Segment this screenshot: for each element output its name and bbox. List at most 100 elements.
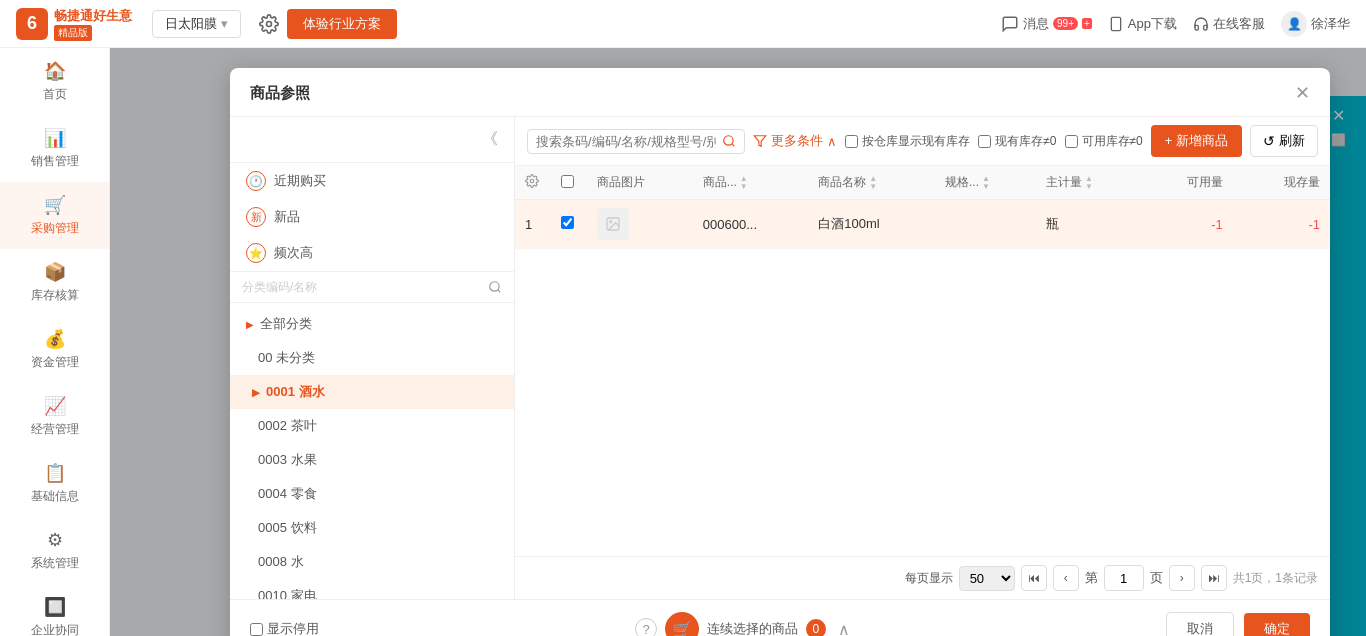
col-checkbox[interactable] — [551, 166, 587, 200]
add-product-btn[interactable]: + 新增商品 — [1151, 125, 1242, 157]
sort-name-icon: ▲▼ — [869, 175, 877, 191]
checkbox-warehouse-stock[interactable]: 按仓库显示现有库存 — [845, 133, 970, 150]
current-stock-checkbox[interactable] — [978, 135, 991, 148]
dialog-close-btn[interactable]: ✕ — [1295, 82, 1310, 104]
col-name[interactable]: 商品名称 ▲▼ — [808, 166, 935, 200]
system-icon: ⚙ — [47, 529, 63, 551]
operations-icon: 📈 — [44, 395, 66, 417]
table-row[interactable]: 1 000600... — [515, 200, 1330, 249]
search-icon — [488, 280, 502, 294]
quick-link-new[interactable]: 新 新品 — [230, 199, 514, 235]
footer-mid: ? 🛒 连续选择的商品 0 ∧ — [635, 612, 850, 636]
experience-btn[interactable]: 体验行业方案 — [287, 9, 397, 39]
cat-item-00[interactable]: 00 未分类 — [230, 341, 514, 375]
category-tree: ▶ 全部分类 00 未分类 ▶ 0001 酒水 — [230, 303, 514, 599]
dialog-header: 商品参照 ✕ — [230, 68, 1330, 117]
sidebar-item-sales[interactable]: 📊 销售管理 — [0, 115, 109, 182]
store-selector[interactable]: 日太阳膜 ▾ — [152, 10, 241, 38]
col-code[interactable]: 商品... ▲▼ — [693, 166, 808, 200]
col-settings[interactable] — [515, 166, 551, 200]
available-stock-checkbox[interactable] — [1065, 135, 1078, 148]
basic-info-icon: 📋 — [44, 462, 66, 484]
refresh-icon: ↺ — [1263, 133, 1275, 149]
show-disabled-label[interactable]: 显示停用 — [250, 620, 319, 636]
sidebar-item-inventory[interactable]: 📦 库存核算 — [0, 249, 109, 316]
svg-point-4 — [724, 136, 733, 145]
svg-marker-5 — [754, 136, 766, 147]
product-search-icon[interactable] — [722, 134, 736, 148]
checkbox-current-stock[interactable]: 现有库存≠0 — [978, 133, 1056, 150]
next-page-btn[interactable]: › — [1169, 565, 1195, 591]
sidebar-item-purchase[interactable]: 🛒 采购管理 — [0, 182, 109, 249]
arrow-active-icon: ▶ — [252, 387, 260, 398]
cat-item-0003[interactable]: 0003 水果 — [230, 443, 514, 477]
prev-page-btn[interactable]: ‹ — [1053, 565, 1079, 591]
cat-search-input[interactable] — [242, 280, 488, 294]
sidebar-item-basic-info[interactable]: 📋 基础信息 — [0, 450, 109, 517]
cat-item-0005[interactable]: 0005 饮料 — [230, 511, 514, 545]
sidebar-item-home[interactable]: 🏠 首页 — [0, 48, 109, 115]
svg-point-8 — [610, 221, 612, 223]
page-input[interactable] — [1104, 565, 1144, 591]
cart-icon[interactable]: 🛒 — [665, 612, 699, 636]
cat-search — [230, 271, 514, 303]
quick-link-recent[interactable]: 🕐 近期购买 — [230, 163, 514, 199]
user-item[interactable]: 👤 徐泽华 — [1281, 11, 1350, 37]
product-search-input[interactable] — [536, 134, 716, 149]
refresh-btn[interactable]: ↺ 刷新 — [1250, 125, 1318, 157]
show-disabled-checkbox[interactable] — [250, 623, 263, 636]
sidebar-item-finance[interactable]: 💰 资金管理 — [0, 316, 109, 383]
last-page-btn[interactable]: ⏭ — [1201, 565, 1227, 591]
product-toolbar: 更多条件 ∧ 按仓库显示现有库存 现有库存≠0 — [515, 117, 1330, 166]
help-icon[interactable]: ? — [635, 618, 657, 636]
cat-item-0010[interactable]: 0010 家电 — [230, 579, 514, 599]
product-image — [597, 208, 629, 240]
checkbox-available-stock[interactable]: 可用库存≠0 — [1065, 133, 1143, 150]
product-search-box — [527, 129, 745, 154]
table-header-row: 商品图片 商品... ▲▼ — [515, 166, 1330, 200]
selected-count-label: 连续选择的商品 0 — [707, 619, 830, 636]
cancel-btn[interactable]: 取消 — [1166, 612, 1234, 636]
select-all-checkbox[interactable] — [561, 175, 574, 188]
row-available: -1 — [1140, 200, 1243, 249]
col-available: 可用量 — [1140, 166, 1243, 200]
row-code: 000600... — [693, 200, 808, 249]
row-spec — [935, 200, 1036, 249]
logo-icon: 6 — [16, 8, 48, 40]
warehouse-stock-checkbox[interactable] — [845, 135, 858, 148]
cat-item-0004[interactable]: 0004 零食 — [230, 477, 514, 511]
more-filter-btn[interactable]: 更多条件 ∧ — [753, 132, 837, 150]
cat-panel-header: 《 — [230, 117, 514, 163]
col-image: 商品图片 — [587, 166, 693, 200]
col-spec[interactable]: 规格... ▲▼ — [935, 166, 1036, 200]
cat-item-0008[interactable]: 0008 水 — [230, 545, 514, 579]
sidebar-item-operations[interactable]: 📈 经营管理 — [0, 383, 109, 450]
enterprise-icon: 🔲 — [44, 596, 66, 618]
first-page-btn[interactable]: ⏮ — [1021, 565, 1047, 591]
inventory-icon: 📦 — [44, 261, 66, 283]
cat-item-all[interactable]: ▶ 全部分类 — [230, 307, 514, 341]
online-service-item[interactable]: 在线客服 — [1193, 15, 1265, 33]
cart-count-badge: 0 — [806, 619, 826, 636]
collapse-panel-btn[interactable]: 《 — [478, 125, 502, 154]
toolbar-right: + 新增商品 ↺ 刷新 — [1151, 125, 1318, 157]
sort-icon: ▲▼ — [740, 175, 748, 191]
app-download-item[interactable]: App下载 — [1108, 15, 1177, 33]
footer-left: 显示停用 — [250, 620, 319, 636]
quick-link-frequent[interactable]: ⭐ 频次高 — [230, 235, 514, 271]
cat-item-0002[interactable]: 0002 茶叶 — [230, 409, 514, 443]
row-checkbox[interactable] — [551, 200, 587, 249]
chevron-up-icon: ∧ — [827, 134, 837, 149]
page-size-select[interactable]: 50 100 200 — [959, 566, 1015, 591]
settings-icon[interactable] — [251, 6, 287, 42]
messages-item[interactable]: 消息 99+ + — [1001, 15, 1092, 33]
sidebar-item-enterprise[interactable]: 🔲 企业协同 — [0, 584, 109, 636]
svg-point-3 — [490, 282, 499, 291]
page-info: 共1页，1条记录 — [1233, 570, 1318, 587]
sales-icon: 📊 — [44, 127, 66, 149]
sidebar-item-system[interactable]: ⚙ 系统管理 — [0, 517, 109, 584]
confirm-btn[interactable]: 确定 — [1244, 613, 1310, 636]
collapse-selected-btn[interactable]: ∧ — [838, 620, 850, 637]
cat-item-0001[interactable]: ▶ 0001 酒水 — [230, 375, 514, 409]
col-unit[interactable]: 主计量 ▲▼ — [1036, 166, 1140, 200]
